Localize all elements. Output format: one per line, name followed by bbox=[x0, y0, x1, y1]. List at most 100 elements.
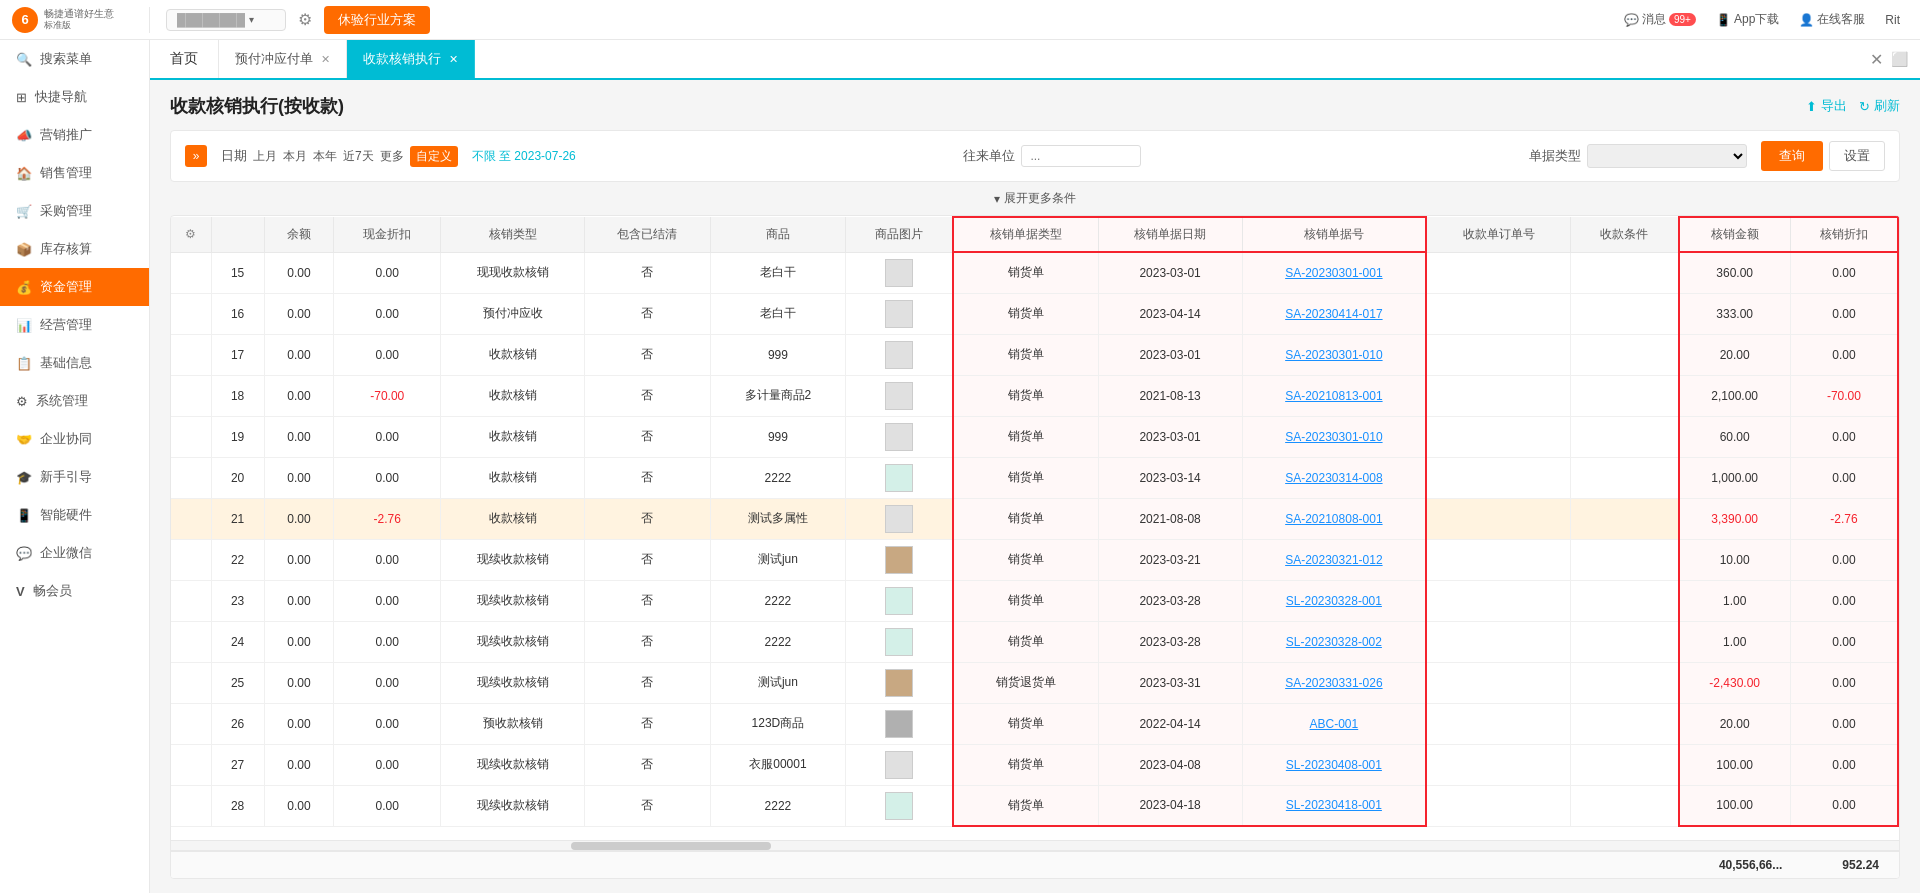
cell-verify-bill-date: 2023-03-14 bbox=[1098, 457, 1242, 498]
cell-verify-bill-no[interactable]: SL-20230328-002 bbox=[1242, 621, 1426, 662]
cell-verify-bill-type: 销货单 bbox=[953, 703, 1098, 744]
col-receipt-order: 收款单订单号 bbox=[1426, 217, 1571, 252]
cell-product: 测试jun bbox=[710, 662, 846, 703]
collab-icon: 🤝 bbox=[16, 432, 32, 447]
cell-include-settled: 否 bbox=[585, 539, 710, 580]
expand-more-btn[interactable]: ▾ 展开更多条件 bbox=[994, 190, 1076, 207]
cell-verify-amount: 10.00 bbox=[1679, 539, 1791, 580]
single-type-select[interactable] bbox=[1587, 144, 1747, 168]
this-year-btn[interactable]: 本年 bbox=[313, 148, 337, 165]
settings-icon[interactable]: ⚙ bbox=[298, 10, 312, 29]
sidebar-item-nav[interactable]: ⊞ 快捷导航 bbox=[0, 78, 149, 116]
sidebar-item-marketing[interactable]: 📣 营销推广 bbox=[0, 116, 149, 154]
table-row: 19 0.00 0.00 收款核销 否 999 销货单 2023-03-01 S… bbox=[171, 416, 1898, 457]
last-month-btn[interactable]: 上月 bbox=[253, 148, 277, 165]
cell-verify-bill-no[interactable]: SA-20210808-001 bbox=[1242, 498, 1426, 539]
cell-verify-bill-no[interactable]: SL-20230328-001 bbox=[1242, 580, 1426, 621]
sidebar-item-wechat[interactable]: 💬 企业微信 bbox=[0, 534, 149, 572]
sidebar-item-search[interactable]: 🔍 搜索菜单 bbox=[0, 40, 149, 78]
cell-receipt-order bbox=[1426, 457, 1571, 498]
this-month-btn[interactable]: 本月 bbox=[283, 148, 307, 165]
sidebar-item-hardware[interactable]: 📱 智能硬件 bbox=[0, 496, 149, 534]
from-unit-input[interactable] bbox=[1021, 145, 1141, 167]
cell-verify-bill-type: 销货单 bbox=[953, 539, 1098, 580]
cell-verify-amount: 100.00 bbox=[1679, 744, 1791, 785]
cell-cash-discount: 0.00 bbox=[334, 539, 441, 580]
cell-verify-bill-no[interactable]: SA-20230331-026 bbox=[1242, 662, 1426, 703]
sidebar-item-guide[interactable]: 🎓 新手引导 bbox=[0, 458, 149, 496]
sidebar-item-sales[interactable]: 🏠 销售管理 bbox=[0, 154, 149, 192]
sidebar-item-basic[interactable]: 📋 基础信息 bbox=[0, 344, 149, 382]
settings-btn[interactable]: 设置 bbox=[1829, 141, 1885, 171]
cell-settings bbox=[171, 457, 211, 498]
chevron-down-icon: ▾ bbox=[994, 192, 1000, 206]
sidebar-item-inventory[interactable]: 📦 库存核算 bbox=[0, 230, 149, 268]
messages-btn[interactable]: 💬 消息 99+ bbox=[1624, 11, 1696, 28]
cell-cash-discount: -2.76 bbox=[334, 498, 441, 539]
cell-verify-bill-no[interactable]: SA-20230301-010 bbox=[1242, 334, 1426, 375]
cell-settings bbox=[171, 252, 211, 293]
sidebar-item-collab[interactable]: 🤝 企业协同 bbox=[0, 420, 149, 458]
tab-receipt-verify[interactable]: 收款核销执行 ✕ bbox=[347, 40, 475, 78]
online-service-btn[interactable]: 👤 在线客服 bbox=[1799, 11, 1865, 28]
cell-settings bbox=[171, 662, 211, 703]
sidebar-item-purchase[interactable]: 🛒 采购管理 bbox=[0, 192, 149, 230]
cell-product: 999 bbox=[710, 334, 846, 375]
custom-date-btn[interactable]: 自定义 bbox=[410, 146, 458, 167]
export-btn[interactable]: ⬆ 导出 bbox=[1806, 97, 1847, 115]
tab-prepay[interactable]: 预付冲应付单 ✕ bbox=[219, 40, 347, 78]
industry-btn[interactable]: 休验行业方案 bbox=[324, 6, 430, 34]
refresh-btn[interactable]: ↻ 刷新 bbox=[1859, 97, 1900, 115]
cell-balance: 0.00 bbox=[264, 416, 334, 457]
cell-verify-discount: 0.00 bbox=[1790, 293, 1898, 334]
cell-verify-bill-no[interactable]: SA-20230414-017 bbox=[1242, 293, 1426, 334]
cell-verify-bill-no[interactable]: SA-20230314-008 bbox=[1242, 457, 1426, 498]
sidebar-item-system[interactable]: ⚙ 系统管理 bbox=[0, 382, 149, 420]
tab-bar-right: ✕ ⬜ bbox=[1870, 40, 1920, 78]
table-row: 16 0.00 0.00 预付冲应收 否 老白干 销货单 2023-04-14 … bbox=[171, 293, 1898, 334]
cell-verify-discount: 0.00 bbox=[1790, 621, 1898, 662]
filter-expand-btn[interactable]: » bbox=[185, 145, 207, 167]
sidebar-item-member[interactable]: V 畅会员 bbox=[0, 572, 149, 610]
date-range-display: 不限 至 2023-07-26 bbox=[472, 148, 576, 165]
date-filter-group: 日期 上月 本月 本年 近7天 更多 自定义 bbox=[221, 146, 458, 167]
col-settings[interactable]: ⚙ bbox=[171, 217, 211, 252]
sidebar-item-finance[interactable]: 💰 资金管理 bbox=[0, 268, 149, 306]
wechat-icon: 💬 bbox=[16, 546, 32, 561]
cell-verify-amount: 3,390.00 bbox=[1679, 498, 1791, 539]
company-name: ████████ bbox=[177, 13, 245, 27]
cell-cash-discount: 0.00 bbox=[334, 293, 441, 334]
maximize-icon[interactable]: ⬜ bbox=[1891, 51, 1908, 67]
search-btn[interactable]: 查询 bbox=[1761, 141, 1823, 171]
col-verify-discount: 核销折扣 bbox=[1790, 217, 1898, 252]
tab-close-receipt[interactable]: ✕ bbox=[449, 53, 458, 66]
cell-receipt-order bbox=[1426, 293, 1571, 334]
table-settings-icon[interactable]: ⚙ bbox=[185, 227, 196, 241]
cell-balance: 0.00 bbox=[264, 703, 334, 744]
cell-verify-bill-no[interactable]: SL-20230418-001 bbox=[1242, 785, 1426, 826]
cell-verify-bill-no[interactable]: SA-20230301-010 bbox=[1242, 416, 1426, 457]
cell-verify-bill-no[interactable]: SA-20230301-001 bbox=[1242, 252, 1426, 293]
cell-receipt-condition bbox=[1571, 539, 1679, 580]
single-type-label: 单据类型 bbox=[1529, 147, 1581, 165]
cell-verify-bill-no[interactable]: SA-20210813-001 bbox=[1242, 375, 1426, 416]
cell-product-img bbox=[846, 539, 954, 580]
last-7-days-btn[interactable]: 近7天 bbox=[343, 148, 374, 165]
sidebar-item-operations[interactable]: 📊 经营管理 bbox=[0, 306, 149, 344]
cell-verify-amount: 1,000.00 bbox=[1679, 457, 1791, 498]
tab-home[interactable]: 首页 bbox=[150, 40, 219, 78]
app-download-btn[interactable]: 📱 App下载 bbox=[1716, 11, 1779, 28]
cell-verify-bill-no[interactable]: ABC-001 bbox=[1242, 703, 1426, 744]
user-name[interactable]: Rit bbox=[1885, 13, 1900, 27]
cell-verify-bill-no[interactable]: SL-20230408-001 bbox=[1242, 744, 1426, 785]
company-selector[interactable]: ████████ ▾ bbox=[166, 9, 286, 31]
cell-verify-bill-no[interactable]: SA-20230321-012 bbox=[1242, 539, 1426, 580]
cell-product-img bbox=[846, 703, 954, 744]
close-window-icon[interactable]: ✕ bbox=[1870, 50, 1883, 69]
more-date-btn[interactable]: 更多 bbox=[380, 148, 404, 165]
tab-close-prepay[interactable]: ✕ bbox=[321, 53, 330, 66]
cell-cash-discount: 0.00 bbox=[334, 785, 441, 826]
cell-verify-bill-type: 销货单 bbox=[953, 334, 1098, 375]
logo-icon: 6 bbox=[12, 7, 38, 33]
cell-balance: 0.00 bbox=[264, 334, 334, 375]
